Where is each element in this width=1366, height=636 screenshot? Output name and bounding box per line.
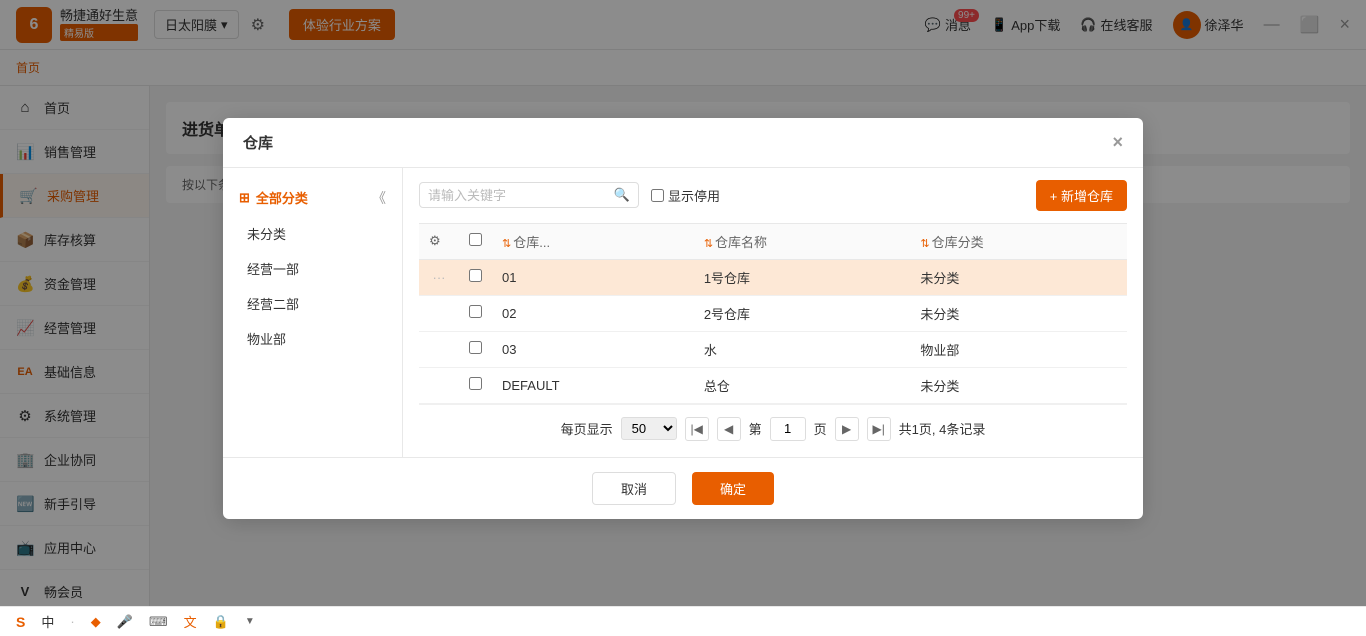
row-name-1: 1号仓库 — [694, 259, 911, 295]
lock-icon[interactable]: 🔒 — [213, 614, 229, 630]
page-prev-btn[interactable]: ◀ — [717, 417, 741, 441]
select-all-checkbox[interactable] — [469, 233, 482, 246]
row-name-4: 总仓 — [694, 367, 911, 403]
page-last-btn[interactable]: ▶| — [867, 417, 891, 441]
row-category-4: 未分类 — [910, 367, 1127, 403]
row-check-1 — [459, 259, 492, 295]
add-warehouse-btn[interactable]: + 新增仓库 — [1036, 180, 1127, 211]
tree-all-label: 全部分类 — [256, 188, 308, 207]
search-wrap: 🔍 — [419, 182, 639, 208]
row-checkbox-3[interactable] — [469, 341, 482, 354]
table-row[interactable]: 03 水 物业部 — [419, 331, 1127, 367]
per-page-label: 每页显示 — [561, 419, 613, 438]
row-category-2: 未分类 — [910, 295, 1127, 331]
sort-icon-name: ⇅ — [704, 238, 713, 250]
tree-item-ops2[interactable]: 经营二部 — [223, 286, 402, 321]
row-code-3: 03 — [492, 331, 694, 367]
col-header-gear: ⚙ — [419, 223, 459, 259]
row-checkbox-1[interactable] — [469, 269, 482, 282]
page-next-btn[interactable]: ▶ — [835, 417, 859, 441]
warehouse-modal: 仓库 × ⊞ 全部分类 《 未分类 经营一部 经营二部 物业部 — [223, 118, 1143, 519]
row-gear-3 — [419, 331, 459, 367]
row-checkbox-4[interactable] — [469, 377, 482, 390]
row-check-4 — [459, 367, 492, 403]
row-checkbox-2[interactable] — [469, 305, 482, 318]
row-category-1: 未分类 — [910, 259, 1127, 295]
row-check-3 — [459, 331, 492, 367]
per-page-select[interactable]: 50 100 — [621, 417, 677, 440]
table-header-row: ⚙ ⇅仓库... ⇅仓库名称 — [419, 223, 1127, 259]
show-disabled-text: 显示停用 — [668, 186, 720, 205]
table-area: 🔍 显示停用 + 新增仓库 ⚙ — [403, 168, 1143, 457]
chinese-input-icon[interactable]: 中 — [41, 612, 54, 631]
row-check-2 — [459, 295, 492, 331]
tree-item-uncategorized[interactable]: 未分类 — [223, 216, 402, 251]
bottom-bar: S 中 · ◆ 🎤 ⌨ 文 🔒 ▼ — [0, 606, 1366, 636]
table-container: ⚙ ⇅仓库... ⇅仓库名称 — [419, 223, 1127, 404]
row-code-1: 01 — [492, 259, 694, 295]
tree-item-ops1[interactable]: 经营一部 — [223, 251, 402, 286]
confirm-btn[interactable]: 确定 — [692, 472, 774, 505]
tree-collapse-icon[interactable]: 《 — [372, 188, 386, 208]
tree-all-categories: ⊞ 全部分类 — [239, 188, 308, 207]
row-name-3: 水 — [694, 331, 911, 367]
page-first-btn[interactable]: |◀ — [685, 417, 709, 441]
sort-icon-code: ⇅ — [502, 238, 511, 250]
sort-icon-category: ⇅ — [920, 238, 929, 250]
col-header-name: ⇅仓库名称 — [694, 223, 911, 259]
separator-dot: · — [70, 614, 74, 629]
row-gear-4 — [419, 367, 459, 403]
row-gear: ··· — [419, 259, 459, 295]
modal-header: 仓库 × — [223, 118, 1143, 168]
table-row[interactable]: DEFAULT 总仓 未分类 — [419, 367, 1127, 403]
keyboard-icon[interactable]: ⌨ — [149, 614, 168, 630]
show-disabled-checkbox[interactable] — [651, 189, 664, 202]
search-input[interactable] — [428, 188, 608, 203]
modal-overlay: 仓库 × ⊞ 全部分类 《 未分类 经营一部 经营二部 物业部 — [0, 0, 1366, 636]
cancel-btn[interactable]: 取消 — [592, 472, 676, 505]
table-toolbar: 🔍 显示停用 + 新增仓库 — [419, 180, 1127, 211]
table-row[interactable]: ··· 01 1号仓库 未分类 — [419, 259, 1127, 295]
col-header-category: ⇅仓库分类 — [910, 223, 1127, 259]
tree-header[interactable]: ⊞ 全部分类 《 — [223, 180, 402, 216]
settings-icon: ⚙ — [429, 233, 441, 248]
mic-icon[interactable]: 🎤 — [117, 614, 133, 630]
show-disabled-label[interactable]: 显示停用 — [651, 186, 720, 205]
page-input[interactable] — [770, 417, 806, 441]
search-icon: 🔍 — [614, 187, 630, 203]
table-row[interactable]: 02 2号仓库 未分类 — [419, 295, 1127, 331]
pagination: 每页显示 50 100 |◀ ◀ 第 页 ▶ ▶| 共1页, 4条记录 — [419, 404, 1127, 445]
tree-item-property[interactable]: 物业部 — [223, 321, 402, 356]
modal-body: ⊞ 全部分类 《 未分类 经营一部 经营二部 物业部 🔍 — [223, 168, 1143, 457]
row-gear-2 — [419, 295, 459, 331]
modal-close-btn[interactable]: × — [1112, 132, 1123, 153]
col-header-code: ⇅仓库... — [492, 223, 694, 259]
table-head: ⚙ ⇅仓库... ⇅仓库名称 — [419, 223, 1127, 259]
page-of-label: 第 — [749, 419, 762, 438]
page-label: 页 — [814, 419, 827, 438]
total-info: 共1页, 4条记录 — [899, 419, 986, 438]
col-header-check — [459, 223, 492, 259]
modal-footer: 取消 确定 — [223, 457, 1143, 519]
row-code-2: 02 — [492, 295, 694, 331]
modal-title: 仓库 — [243, 132, 273, 153]
row-code-4: DEFAULT — [492, 367, 694, 403]
row-category-3: 物业部 — [910, 331, 1127, 367]
arrow-down-icon[interactable]: ▼ — [245, 616, 255, 627]
row-name-2: 2号仓库 — [694, 295, 911, 331]
category-tree: ⊞ 全部分类 《 未分类 经营一部 经营二部 物业部 — [223, 168, 403, 457]
ellipsis-icon[interactable]: ··· — [433, 270, 446, 285]
font-icon[interactable]: 文 — [184, 612, 197, 631]
grid-icon: ⊞ — [239, 190, 250, 206]
s-logo-bottom: S — [16, 614, 25, 630]
diamond-icon[interactable]: ◆ — [91, 614, 101, 630]
table-body: ··· 01 1号仓库 未分类 02 2号仓库 — [419, 259, 1127, 403]
warehouse-table: ⚙ ⇅仓库... ⇅仓库名称 — [419, 223, 1127, 404]
